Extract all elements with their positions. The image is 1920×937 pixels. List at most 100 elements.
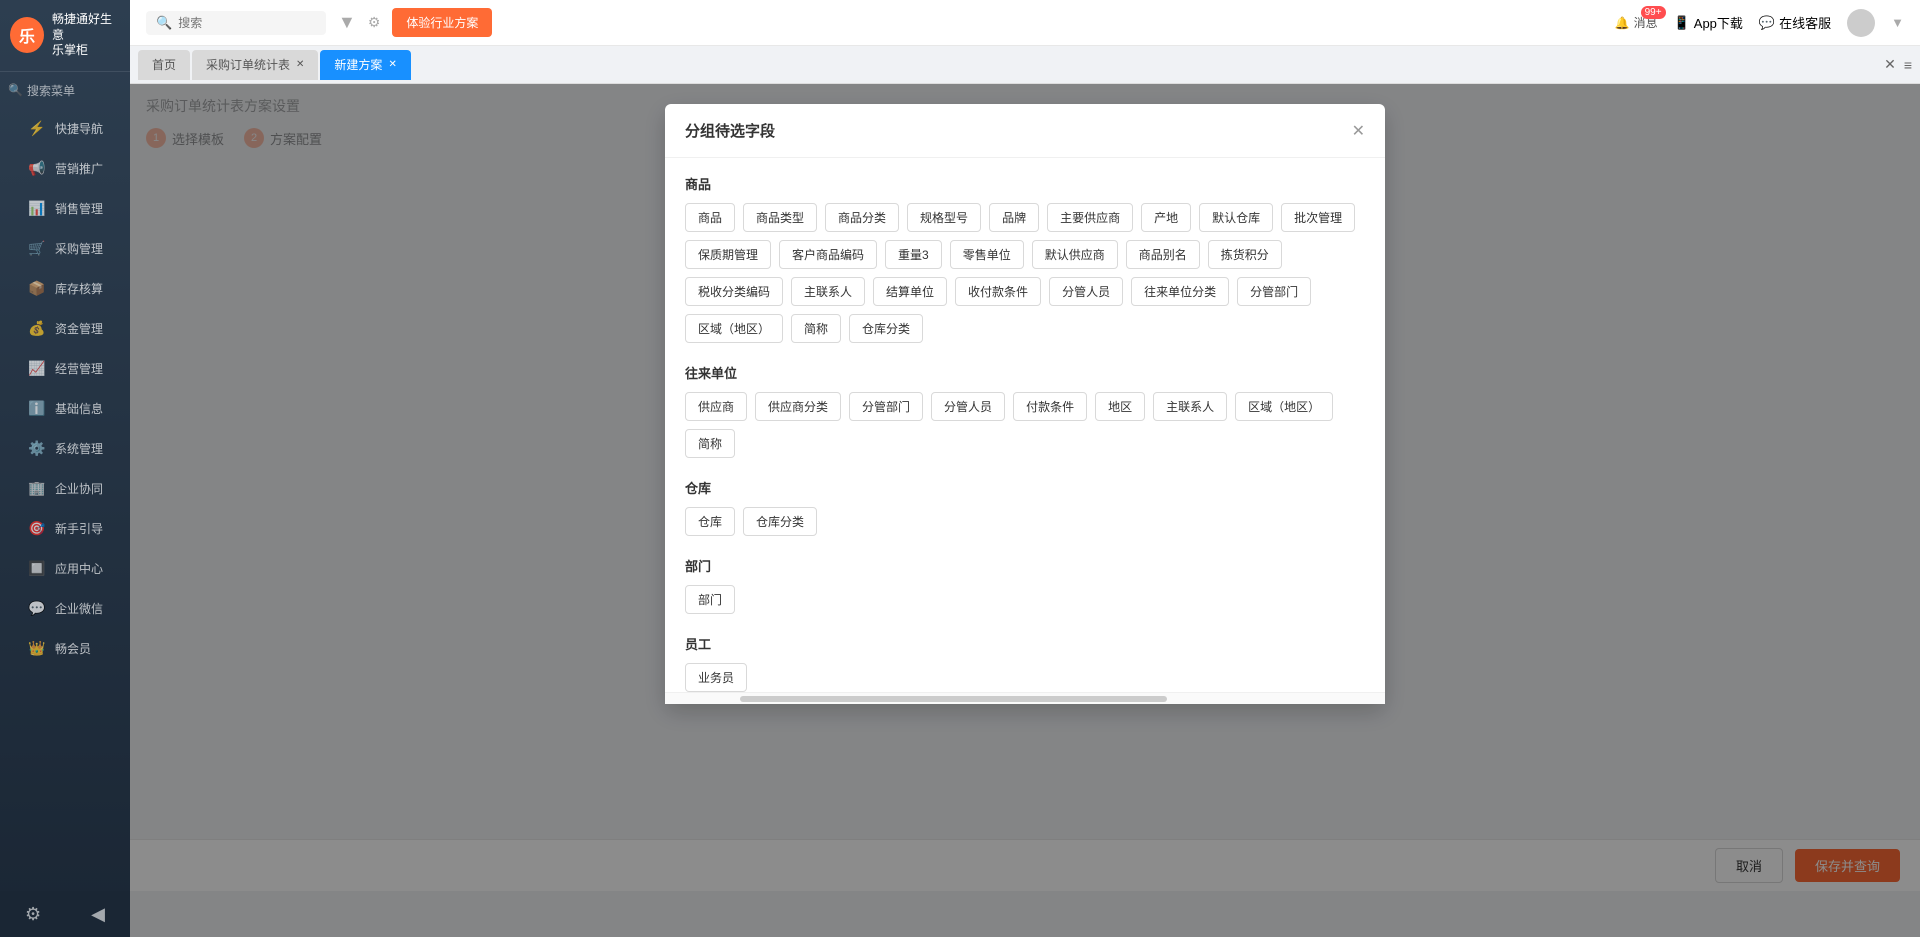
field-tag-product-9[interactable]: 保质期管理 bbox=[685, 240, 771, 269]
field-tag-product-19[interactable]: 收付款条件 bbox=[955, 277, 1041, 306]
topbar-search-input[interactable] bbox=[178, 16, 298, 30]
field-tag-counterpart-8[interactable]: 简称 bbox=[685, 429, 735, 458]
sidebar-icon-enterprise: 🏢 bbox=[27, 479, 47, 499]
tab-1[interactable]: 采购订单统计表✕ bbox=[192, 50, 318, 80]
sidebar-item-quick-nav[interactable]: ⚡ 快捷导航 bbox=[19, 109, 111, 149]
field-tag-counterpart-5[interactable]: 地区 bbox=[1095, 392, 1145, 421]
sidebar-label-app-center: 应用中心 bbox=[55, 560, 103, 577]
notification-count: 99+ bbox=[1641, 6, 1666, 19]
tab-close-1[interactable]: ✕ bbox=[296, 59, 304, 70]
sidebar-search[interactable]: 🔍 搜索菜单 bbox=[0, 72, 130, 109]
field-tag-product-17[interactable]: 主联系人 bbox=[791, 277, 865, 306]
topbar: 🔍 ▼ ⚙ 体验行业方案 🔔 消息 99+ 📱 App下载 💬 在线客服 ▼ bbox=[130, 0, 1920, 46]
field-tag-counterpart-3[interactable]: 分管人员 bbox=[931, 392, 1005, 421]
modal-overlay: 分组待选字段 ✕ 商品商品商品类型商品分类规格型号品牌主要供应商产地默认仓库批次… bbox=[130, 84, 1920, 937]
user-avatar[interactable] bbox=[1847, 9, 1875, 37]
field-tag-product-24[interactable]: 简称 bbox=[791, 314, 841, 343]
experience-btn[interactable]: 体验行业方案 bbox=[392, 8, 492, 37]
field-tag-product-0[interactable]: 商品 bbox=[685, 203, 735, 232]
field-tag-counterpart-2[interactable]: 分管部门 bbox=[849, 392, 923, 421]
sidebar-item-purchase[interactable]: 🛒 采购管理 bbox=[19, 229, 111, 269]
field-tag-product-5[interactable]: 主要供应商 bbox=[1047, 203, 1133, 232]
field-tag-product-7[interactable]: 默认仓库 bbox=[1199, 203, 1273, 232]
field-tag-product-3[interactable]: 规格型号 bbox=[907, 203, 981, 232]
field-tag-counterpart-4[interactable]: 付款条件 bbox=[1013, 392, 1087, 421]
field-tag-product-11[interactable]: 重量3 bbox=[885, 240, 942, 269]
field-tag-counterpart-1[interactable]: 供应商分类 bbox=[755, 392, 841, 421]
field-tag-product-15[interactable]: 拣货积分 bbox=[1208, 240, 1282, 269]
sidebar-label-inventory: 库存核算 bbox=[55, 280, 103, 297]
settings-icon[interactable]: ⚙ bbox=[25, 904, 41, 925]
field-tag-product-21[interactable]: 往来单位分类 bbox=[1131, 277, 1229, 306]
sidebar-label-sales: 销售管理 bbox=[55, 200, 103, 217]
field-grid-employee: 业务员 bbox=[685, 663, 1365, 692]
tab-0[interactable]: 首页 bbox=[138, 50, 190, 80]
modal-header: 分组待选字段 ✕ bbox=[665, 104, 1385, 158]
tab-2[interactable]: 新建方案 ✕ bbox=[320, 50, 410, 80]
tab-label-2: 新建方案 bbox=[334, 56, 382, 73]
settings-icon[interactable]: ⚙ bbox=[368, 14, 381, 31]
sidebar-item-guide[interactable]: 🎯 新手引导 bbox=[19, 509, 111, 549]
field-tag-employee-0[interactable]: 业务员 bbox=[685, 663, 747, 692]
field-tag-product-1[interactable]: 商品类型 bbox=[743, 203, 817, 232]
sidebar-icon-marketing: 📢 bbox=[27, 159, 47, 179]
modal-horizontal-scrollbar[interactable] bbox=[665, 692, 1385, 704]
sidebar-label-system: 系统管理 bbox=[55, 440, 103, 457]
more-tabs-icon[interactable]: ≡ bbox=[1904, 57, 1912, 73]
field-tag-counterpart-6[interactable]: 主联系人 bbox=[1153, 392, 1227, 421]
bell-icon: 🔔 bbox=[1615, 16, 1630, 30]
sidebar-label-wechat: 企业微信 bbox=[55, 600, 103, 617]
hscroll-thumb[interactable] bbox=[740, 696, 1167, 702]
field-tag-warehouse-0[interactable]: 仓库 bbox=[685, 507, 735, 536]
field-tag-product-18[interactable]: 结算单位 bbox=[873, 277, 947, 306]
notification-bell[interactable]: 🔔 消息 99+ bbox=[1615, 14, 1658, 31]
field-tag-product-6[interactable]: 产地 bbox=[1141, 203, 1191, 232]
sidebar-icon-operations: 📈 bbox=[27, 359, 47, 379]
field-tag-product-8[interactable]: 批次管理 bbox=[1281, 203, 1355, 232]
field-tag-warehouse-1[interactable]: 仓库分类 bbox=[743, 507, 817, 536]
field-tag-product-16[interactable]: 税收分类编码 bbox=[685, 277, 783, 306]
topbar-search-icon: 🔍 bbox=[156, 15, 172, 31]
user-dropdown-icon[interactable]: ▼ bbox=[1891, 15, 1904, 30]
field-tag-product-2[interactable]: 商品分类 bbox=[825, 203, 899, 232]
audio-icon[interactable]: ◀ bbox=[91, 904, 105, 925]
sidebar-icon-member: 👑 bbox=[27, 639, 47, 659]
field-tag-product-14[interactable]: 商品别名 bbox=[1126, 240, 1200, 269]
sidebar-item-sales[interactable]: 📊 销售管理 bbox=[19, 189, 111, 229]
field-tag-counterpart-0[interactable]: 供应商 bbox=[685, 392, 747, 421]
field-tag-product-23[interactable]: 区域（地区） bbox=[685, 314, 783, 343]
sidebar-icon-finance: 💰 bbox=[27, 319, 47, 339]
field-grid-warehouse: 仓库仓库分类 bbox=[685, 507, 1365, 536]
sidebar-item-basic-info[interactable]: ℹ️ 基础信息 bbox=[19, 389, 111, 429]
modal-close-btn[interactable]: ✕ bbox=[1352, 121, 1365, 141]
online-service[interactable]: 💬 在线客服 bbox=[1759, 13, 1831, 32]
sidebar-item-app-center[interactable]: 🔲 应用中心 bbox=[19, 549, 111, 589]
logo-icon: 乐 bbox=[10, 17, 44, 53]
sidebar-item-system[interactable]: ⚙️ 系统管理 bbox=[19, 429, 111, 469]
sidebar-item-marketing[interactable]: 📢 营销推广 bbox=[19, 149, 111, 189]
sidebar-item-inventory[interactable]: 📦 库存核算 bbox=[19, 269, 111, 309]
sidebar-label-purchase: 采购管理 bbox=[55, 240, 103, 257]
sidebar-icon-basic-info: ℹ️ bbox=[27, 399, 47, 419]
field-tag-product-10[interactable]: 客户商品编码 bbox=[779, 240, 877, 269]
sidebar-item-operations[interactable]: 📈 经营管理 bbox=[19, 349, 111, 389]
field-tag-counterpart-7[interactable]: 区域（地区） bbox=[1235, 392, 1333, 421]
field-tag-product-13[interactable]: 默认供应商 bbox=[1032, 240, 1118, 269]
sidebar-label-basic-info: 基础信息 bbox=[55, 400, 103, 417]
sidebar-label-marketing: 营销推广 bbox=[55, 160, 103, 177]
close-all-icon[interactable]: ✕ bbox=[1884, 56, 1896, 73]
tab-close-2[interactable]: ✕ bbox=[388, 59, 396, 70]
field-tag-product-22[interactable]: 分管部门 bbox=[1237, 277, 1311, 306]
field-tag-product-12[interactable]: 零售单位 bbox=[950, 240, 1024, 269]
sidebar-item-wechat[interactable]: 💬 企业微信 bbox=[19, 589, 111, 629]
dropdown-icon[interactable]: ▼ bbox=[338, 12, 356, 33]
sidebar-item-member[interactable]: 👑 畅会员 bbox=[19, 629, 111, 669]
field-tag-product-25[interactable]: 仓库分类 bbox=[849, 314, 923, 343]
field-tag-product-4[interactable]: 品牌 bbox=[989, 203, 1039, 232]
field-tag-department-0[interactable]: 部门 bbox=[685, 585, 735, 614]
field-tag-product-20[interactable]: 分管人员 bbox=[1049, 277, 1123, 306]
sidebar-item-enterprise[interactable]: 🏢 企业协同 bbox=[19, 469, 111, 509]
app-download[interactable]: 📱 App下载 bbox=[1674, 13, 1743, 32]
sidebar-item-finance[interactable]: 💰 资金管理 bbox=[19, 309, 111, 349]
topbar-search[interactable]: 🔍 bbox=[146, 11, 326, 35]
